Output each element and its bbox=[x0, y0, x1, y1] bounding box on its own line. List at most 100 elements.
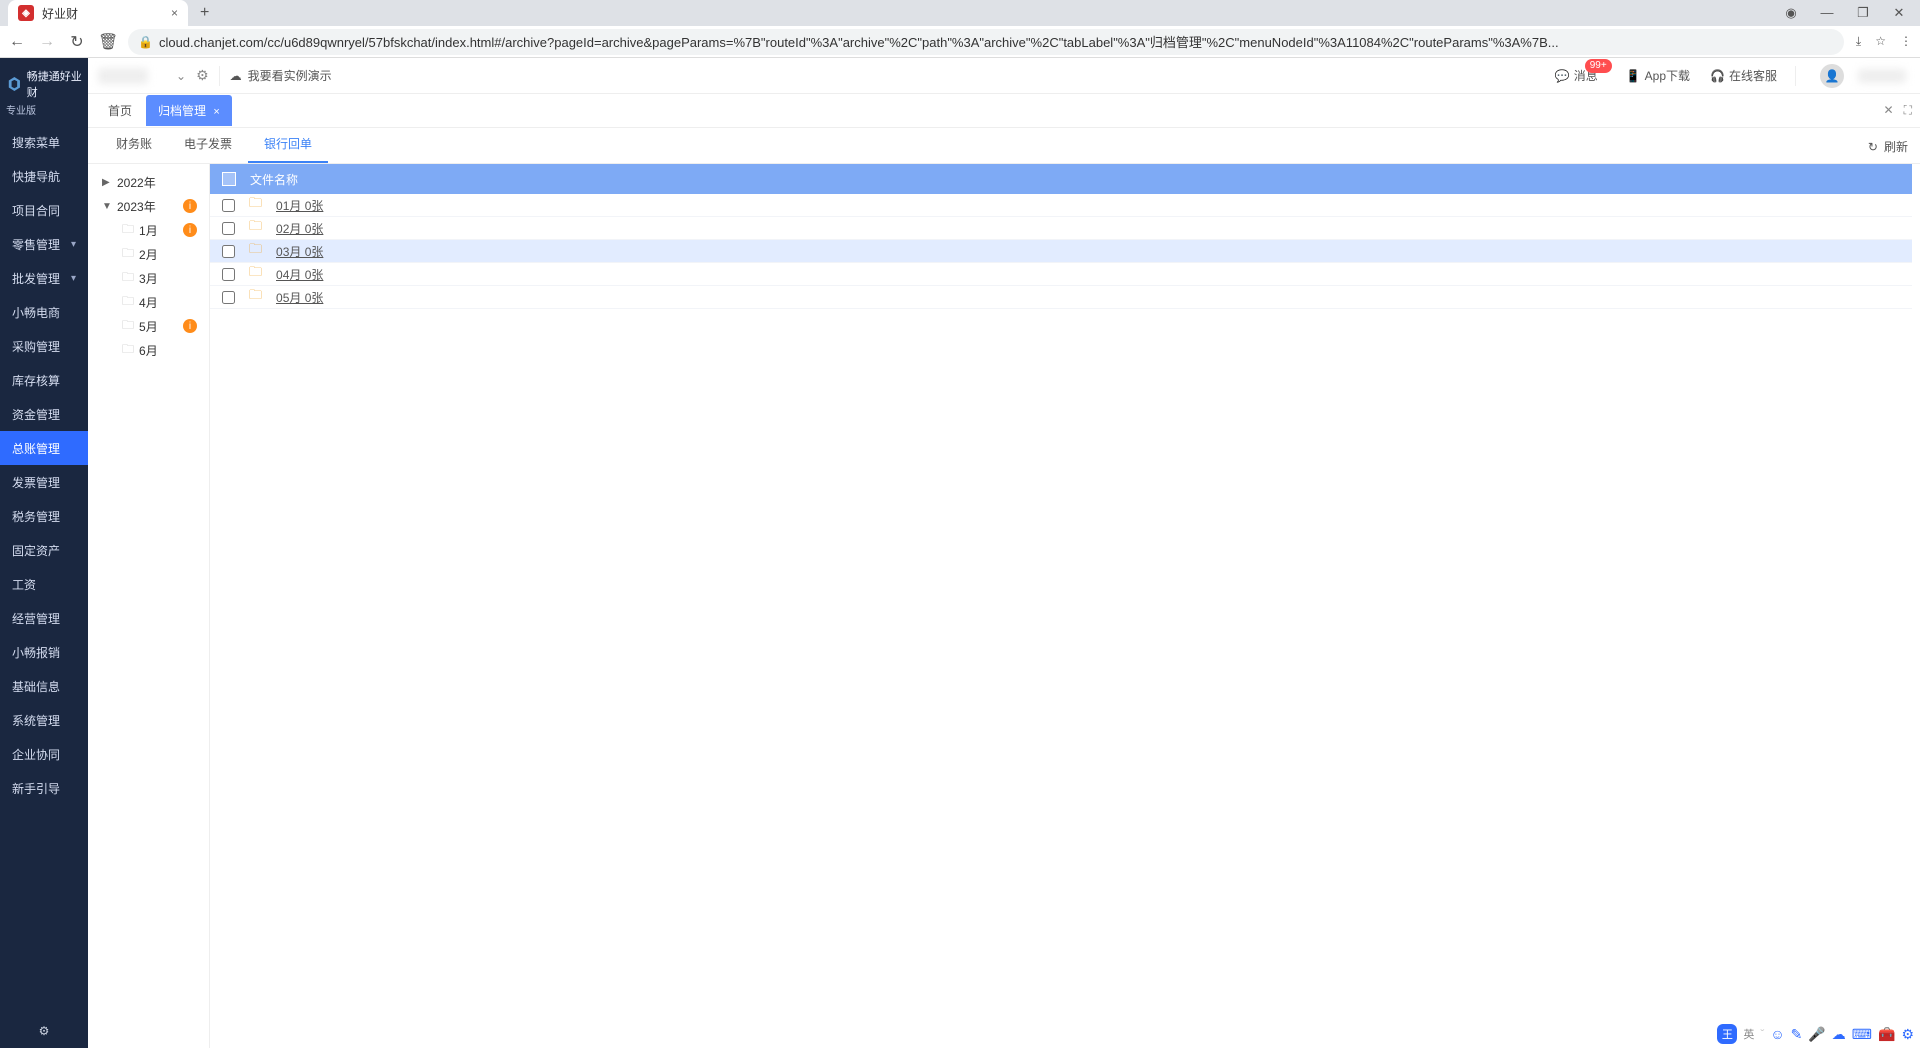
subtab-einvoice-label: 电子发票 bbox=[184, 137, 232, 151]
minimize-icon[interactable]: — bbox=[1818, 5, 1836, 21]
row-checkbox[interactable] bbox=[222, 245, 235, 258]
logo-icon bbox=[6, 74, 23, 94]
tree-year-2023[interactable]: ▼ 2023年 i bbox=[92, 194, 205, 218]
sidebar-item[interactable]: 基础信息 bbox=[0, 669, 88, 703]
file-name[interactable]: 01月 0张 bbox=[276, 197, 323, 214]
row-checkbox[interactable] bbox=[222, 291, 235, 304]
tree-month[interactable]: 🗀5月i bbox=[92, 314, 205, 338]
file-name[interactable]: 02月 0张 bbox=[276, 220, 323, 237]
toolbox-icon[interactable]: 🧰 bbox=[1878, 1026, 1895, 1043]
file-name[interactable]: 03月 0张 bbox=[276, 243, 323, 260]
sidebar-item[interactable]: 经营管理 bbox=[0, 601, 88, 635]
maximize-icon[interactable]: ❐ bbox=[1854, 5, 1872, 21]
tab-archive[interactable]: 归档管理 × bbox=[146, 95, 232, 126]
demo-link[interactable]: ☁ 我要看实例演示 bbox=[230, 67, 332, 84]
sidebar-item[interactable]: 库存核算 bbox=[0, 363, 88, 397]
row-checkbox[interactable] bbox=[222, 268, 235, 281]
sidebar-item[interactable]: 小畅电商 bbox=[0, 295, 88, 329]
sidebar-items: 搜索菜单快捷导航项目合同零售管理▾批发管理▾小畅电商采购管理库存核算资金管理总账… bbox=[0, 125, 88, 1014]
tree-year-2022[interactable]: ▶ 2022年 bbox=[92, 170, 205, 194]
online-service-button[interactable]: 🎧 在线客服 bbox=[1710, 67, 1777, 84]
cloud-icon[interactable]: ☁ bbox=[1832, 1026, 1846, 1043]
fullscreen-icon[interactable]: ⛶ bbox=[1904, 103, 1912, 118]
sidebar-item[interactable]: 企业协同 bbox=[0, 737, 88, 771]
sidebar-item[interactable]: 工资 bbox=[0, 567, 88, 601]
phone-icon: 📱 bbox=[1626, 69, 1641, 83]
subtab-bankreceipt[interactable]: 银行回单 bbox=[248, 126, 328, 163]
settings-icon[interactable]: ⚙ bbox=[1901, 1026, 1914, 1043]
account-icon[interactable]: ◉ bbox=[1782, 5, 1800, 21]
messages-button[interactable]: 💬 消息 99+ bbox=[1555, 67, 1598, 84]
sidebar-item[interactable]: 新手引导 bbox=[0, 771, 88, 805]
subtab-bankreceipt-label: 银行回单 bbox=[264, 137, 312, 151]
table-row[interactable]: 🗀04月 0张 bbox=[210, 263, 1912, 286]
emoji-icon[interactable]: ☺ bbox=[1770, 1026, 1784, 1042]
app-download-button[interactable]: 📱 App下载 bbox=[1626, 67, 1690, 84]
settings-button[interactable]: ⚙ bbox=[0, 1014, 88, 1048]
sidebar-item[interactable]: 资金管理 bbox=[0, 397, 88, 431]
kebab-icon[interactable]: ⋮ bbox=[1900, 34, 1912, 49]
subtab-finance[interactable]: 财务账 bbox=[100, 126, 168, 163]
tab-home[interactable]: 首页 bbox=[96, 95, 144, 126]
reload-icon[interactable]: ↻ bbox=[68, 32, 86, 52]
star-icon[interactable]: ☆ bbox=[1875, 34, 1886, 49]
tree-month[interactable]: 🗀1月i bbox=[92, 218, 205, 242]
select-all-checkbox[interactable] bbox=[222, 172, 236, 186]
sidebar-item-label: 固定资产 bbox=[12, 542, 60, 559]
install-icon[interactable]: ⤓ bbox=[1856, 34, 1861, 49]
message-icon: 💬 bbox=[1555, 69, 1570, 83]
browser-tab[interactable]: ◈ 好业财 × bbox=[8, 0, 188, 26]
sidebar-item[interactable]: 总账管理 bbox=[0, 431, 88, 465]
sidebar-item[interactable]: 系统管理 bbox=[0, 703, 88, 737]
sidebar-item[interactable]: 采购管理 bbox=[0, 329, 88, 363]
ime-pill[interactable]: 王 bbox=[1717, 1024, 1737, 1044]
new-tab-button[interactable]: + bbox=[200, 4, 209, 22]
file-name[interactable]: 04月 0张 bbox=[276, 266, 323, 283]
sidebar-item[interactable]: 批发管理▾ bbox=[0, 261, 88, 295]
edit-icon[interactable]: ✎ bbox=[1791, 1026, 1803, 1043]
row-checkbox[interactable] bbox=[222, 222, 235, 235]
close-all-icon[interactable]: ✕ bbox=[1884, 103, 1894, 118]
back-icon[interactable]: ← bbox=[8, 33, 26, 51]
folder-icon: 🗀 bbox=[122, 268, 134, 289]
sidebar-item-label: 系统管理 bbox=[12, 712, 60, 729]
tree-month[interactable]: 🗀2月 bbox=[92, 242, 205, 266]
window-close-icon[interactable]: ✕ bbox=[1890, 5, 1908, 21]
sidebar-item[interactable]: 发票管理 bbox=[0, 465, 88, 499]
sidebar-item[interactable]: 小畅报销 bbox=[0, 635, 88, 669]
sidebar-item[interactable]: 快捷导航 bbox=[0, 159, 88, 193]
sidebar-item[interactable]: 项目合同 bbox=[0, 193, 88, 227]
table-row[interactable]: 🗀05月 0张 bbox=[210, 286, 1912, 309]
refresh-button[interactable]: ↻ 刷新 bbox=[1868, 138, 1908, 163]
sidebar-item-label: 工资 bbox=[12, 576, 36, 593]
forward-icon[interactable]: → bbox=[38, 33, 56, 51]
url-field[interactable]: 🔒 cloud.chanjet.com/cc/u6d89qwnryel/57bf… bbox=[128, 29, 1844, 55]
table-row[interactable]: 🗀03月 0张 bbox=[210, 240, 1912, 263]
close-icon[interactable]: × bbox=[171, 6, 178, 20]
folder-icon: 🗀 bbox=[122, 292, 134, 313]
keyboard-icon[interactable]: ⌨ bbox=[1852, 1026, 1872, 1043]
close-icon[interactable]: × bbox=[213, 106, 219, 118]
sidebar-item[interactable]: 税务管理 bbox=[0, 499, 88, 533]
tree-month-label: 6月 bbox=[139, 342, 158, 359]
voice-icon[interactable]: 🎤 bbox=[1808, 1026, 1825, 1043]
sidebar-item[interactable]: 搜索菜单 bbox=[0, 125, 88, 159]
sidebar-item[interactable]: 零售管理▾ bbox=[0, 227, 88, 261]
subtab-einvoice[interactable]: 电子发票 bbox=[168, 126, 248, 163]
table-row[interactable]: 🗀02月 0张 bbox=[210, 217, 1912, 240]
file-name[interactable]: 05月 0张 bbox=[276, 289, 323, 306]
tree-month[interactable]: 🗀6月 bbox=[92, 338, 205, 362]
org-selector[interactable]: ⌄ bbox=[98, 68, 186, 84]
sidebar-item-label: 批发管理 bbox=[12, 270, 60, 287]
tree-month[interactable]: 🗀 4月 bbox=[92, 290, 205, 314]
avatar[interactable]: 👤 bbox=[1820, 64, 1844, 88]
sidebar-item[interactable]: 固定资产 bbox=[0, 533, 88, 567]
tree-month[interactable]: 🗀3月 bbox=[92, 266, 205, 290]
ime-lang[interactable]: 英 bbox=[1743, 1026, 1754, 1042]
table-row[interactable]: 🗀01月 0张 bbox=[210, 194, 1912, 217]
sidebar-item-label: 经营管理 bbox=[12, 610, 60, 627]
trash-icon[interactable]: 🗑 bbox=[98, 32, 116, 52]
org-settings-icon[interactable]: ⚙ bbox=[196, 67, 209, 84]
tree-month-label: 4月 bbox=[139, 294, 158, 311]
row-checkbox[interactable] bbox=[222, 199, 235, 212]
